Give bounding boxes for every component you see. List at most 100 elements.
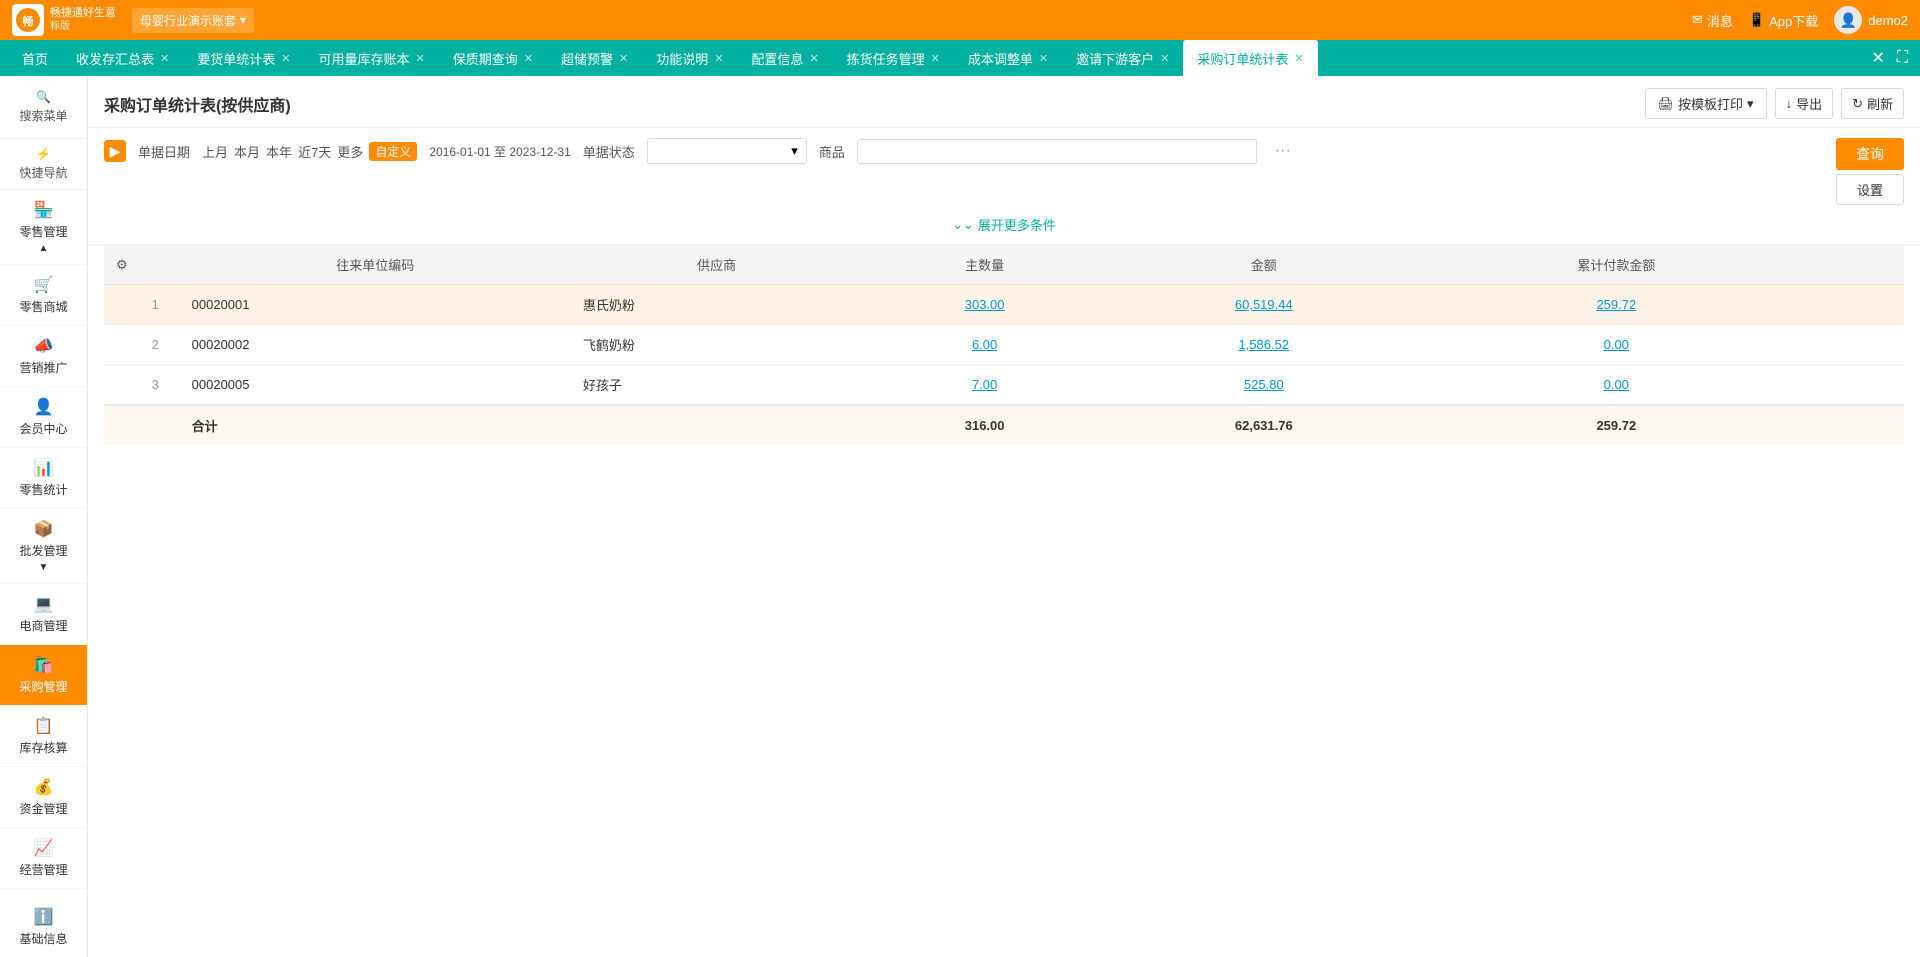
tab-close-pick[interactable]: ✕ — [931, 52, 940, 65]
date-range-display: 2016-01-01 至 2023-12-31 — [429, 143, 570, 160]
tab-overstock[interactable]: 超储预警 ✕ — [547, 40, 642, 76]
tab-close-invite[interactable]: ✕ — [1160, 52, 1169, 65]
sidebar-item-operation[interactable]: 📈 经营管理 — [0, 828, 87, 889]
logo-area: 畅 畅捷通好生意 标版 — [12, 4, 116, 36]
sidebar-item-retail[interactable]: 🏪 零售管理 ▲ — [0, 190, 87, 265]
user-avatar[interactable]: 👤 demo2 — [1834, 6, 1908, 34]
tab-close-demand[interactable]: ✕ — [281, 52, 290, 65]
workspace-selector[interactable]: 母婴行业演示账套 ▾ — [132, 8, 254, 33]
content-area: 采购订单统计表(按供应商) 🖨 按模板打印 ▾ ↓ 导出 ↻ 刷新 — [88, 76, 1920, 957]
refresh-btn[interactable]: ↻ 刷新 — [1841, 88, 1904, 119]
tab-demand[interactable]: 要货单统计表 ✕ — [183, 40, 304, 76]
refresh-icon: ↻ — [1852, 96, 1863, 112]
quick-nav-icon: ⚡ — [36, 147, 51, 161]
tab-close-purchase-stat[interactable]: ✕ — [1294, 52, 1303, 65]
tab-invite[interactable]: 邀请下游客户 ✕ — [1062, 40, 1183, 76]
basic-icon: ℹ️ — [34, 907, 54, 927]
status-select[interactable]: ▾ — [647, 138, 807, 164]
tab-close-expiry[interactable]: ✕ — [524, 52, 533, 65]
export-btn[interactable]: ↓ 导出 — [1775, 88, 1834, 119]
more-date-btn[interactable]: 更多 — [337, 142, 363, 161]
col-quantity: 主数量 — [862, 245, 1107, 285]
row3-amount[interactable]: 525.80 — [1107, 365, 1421, 406]
mobile-icon: 📱 — [1749, 12, 1765, 28]
tab-receive[interactable]: 收发存汇总表 ✕ — [62, 40, 183, 76]
tab-purchase-stat[interactable]: 采购订单统计表 ✕ — [1183, 40, 1317, 76]
tab-close-available[interactable]: ✕ — [416, 52, 425, 65]
tab-close-overstock[interactable]: ✕ — [619, 52, 628, 65]
row3-paid[interactable]: 0.00 — [1421, 365, 1812, 406]
sidebar-item-marketing[interactable]: 📣 营销推广 — [0, 326, 87, 387]
tab-available[interactable]: 可用量库存账本 ✕ — [304, 40, 438, 76]
page-title: 采购订单统计表(按供应商) — [104, 92, 291, 116]
last-month-btn[interactable]: 上月 — [202, 142, 228, 161]
sidebar-item-retail-shop[interactable]: 🛒 零售商城 — [0, 265, 87, 326]
sidebar-item-ecommerce[interactable]: 💻 电商管理 — [0, 584, 87, 645]
sidebar-item-member[interactable]: 👤 会员中心 — [0, 387, 87, 448]
table-header-row: ⚙ 往来单位编码 供应商 主数量 金额 累计付款金额 — [104, 245, 1904, 285]
print-dropdown-icon: ▾ — [1747, 96, 1754, 112]
row2-gear — [104, 325, 140, 365]
logo-icon: 畅 — [12, 4, 44, 36]
table-row: 3 00020005 好孩子 7.00 525.80 0.00 — [104, 365, 1904, 406]
status-filter-label: 单据状态 — [583, 142, 635, 161]
goods-input[interactable] — [857, 139, 1257, 164]
tab-close-cost[interactable]: ✕ — [1039, 52, 1048, 65]
custom-date-btn[interactable]: 自定义 — [369, 142, 417, 161]
row1-amount[interactable]: 60,519.44 — [1107, 285, 1421, 325]
sidebar: 🔍 搜索菜单 ⚡ 快捷导航 🏪 零售管理 ▲ 🛒 零售商城 📣 营销推广 👤 会… — [0, 76, 88, 957]
tab-maximize-btn[interactable]: ⛶ — [1893, 45, 1912, 71]
row3-num: 3 — [140, 365, 180, 406]
svg-text:畅: 畅 — [23, 14, 34, 28]
this-year-btn[interactable]: 本年 — [266, 142, 292, 161]
search-menu-btn[interactable]: 🔍 搜索菜单 — [0, 84, 87, 130]
member-icon: 👤 — [34, 397, 54, 417]
row2-paid[interactable]: 0.00 — [1421, 325, 1812, 365]
expand-more-btn[interactable]: ⌄⌄ 展开更多条件 — [952, 215, 1056, 234]
tab-expiry[interactable]: 保质期查询 ✕ — [439, 40, 547, 76]
query-btn[interactable]: 查询 — [1836, 138, 1904, 170]
tab-cost[interactable]: 成本调整单 ✕ — [954, 40, 1062, 76]
row3-quantity[interactable]: 7.00 — [862, 365, 1107, 406]
nav-tab-controls: ✕ ⛶ — [1867, 44, 1912, 72]
row2-amount[interactable]: 1,586.52 — [1107, 325, 1421, 365]
tab-pick[interactable]: 拣货任务管理 ✕ — [833, 40, 954, 76]
quick-nav-btn[interactable]: ⚡ 快捷导航 — [0, 139, 87, 190]
print-btn[interactable]: 🖨 按模板打印 ▾ — [1645, 88, 1767, 119]
gear-icon[interactable]: ⚙ — [116, 257, 128, 272]
tab-function[interactable]: 功能说明 ✕ — [642, 40, 737, 76]
sidebar-item-inventory[interactable]: 📋 库存核算 — [0, 706, 87, 767]
tab-close-function[interactable]: ✕ — [714, 52, 723, 65]
col-extra — [1812, 245, 1904, 285]
filter-toggle-btn[interactable]: ▶ — [104, 140, 126, 162]
tab-close-all-btn[interactable]: ✕ — [1867, 44, 1888, 72]
retail-icon: 🏪 — [34, 200, 54, 220]
setting-btn[interactable]: 设置 — [1836, 174, 1904, 205]
sidebar-item-basic[interactable]: ℹ️ 基础信息 — [0, 897, 87, 957]
this-month-btn[interactable]: 本月 — [234, 142, 260, 161]
sidebar-item-purchase[interactable]: 🛍️ 采购管理 — [0, 645, 87, 706]
row2-extra — [1812, 325, 1904, 365]
message-btn[interactable]: ✉ 消息 — [1692, 11, 1733, 30]
last-7-days-btn[interactable]: 近7天 — [298, 142, 331, 161]
goods-more-btn[interactable]: ··· — [1269, 140, 1297, 162]
nav-tabs: 首页 收发存汇总表 ✕ 要货单统计表 ✕ 可用量库存账本 ✕ 保质期查询 ✕ 超… — [0, 40, 1920, 76]
tab-config[interactable]: 配置信息 ✕ — [737, 40, 832, 76]
footer-num — [140, 405, 180, 445]
row1-gear — [104, 285, 140, 325]
sidebar-item-wholesale[interactable]: 📦 批发管理 ▼ — [0, 509, 87, 584]
sidebar-item-finance[interactable]: 💰 资金管理 — [0, 767, 87, 828]
ecommerce-icon: 💻 — [34, 594, 54, 614]
row1-paid[interactable]: 259.72 — [1421, 285, 1812, 325]
wholesale-expand-icon: ▼ — [39, 562, 49, 573]
app-download-btn[interactable]: 📱 App下载 — [1749, 11, 1818, 30]
col-gear: ⚙ — [104, 245, 140, 285]
tab-close-config[interactable]: ✕ — [809, 52, 818, 65]
table-row: 1 00020001 惠氏奶粉 303.00 60,519.44 259.72 — [104, 285, 1904, 325]
row3-gear — [104, 365, 140, 406]
tab-close-receive[interactable]: ✕ — [160, 52, 169, 65]
sidebar-item-retail-stat[interactable]: 📊 零售统计 — [0, 448, 87, 509]
row1-quantity[interactable]: 303.00 — [862, 285, 1107, 325]
row2-quantity[interactable]: 6.00 — [862, 325, 1107, 365]
tab-home[interactable]: 首页 — [8, 40, 62, 76]
